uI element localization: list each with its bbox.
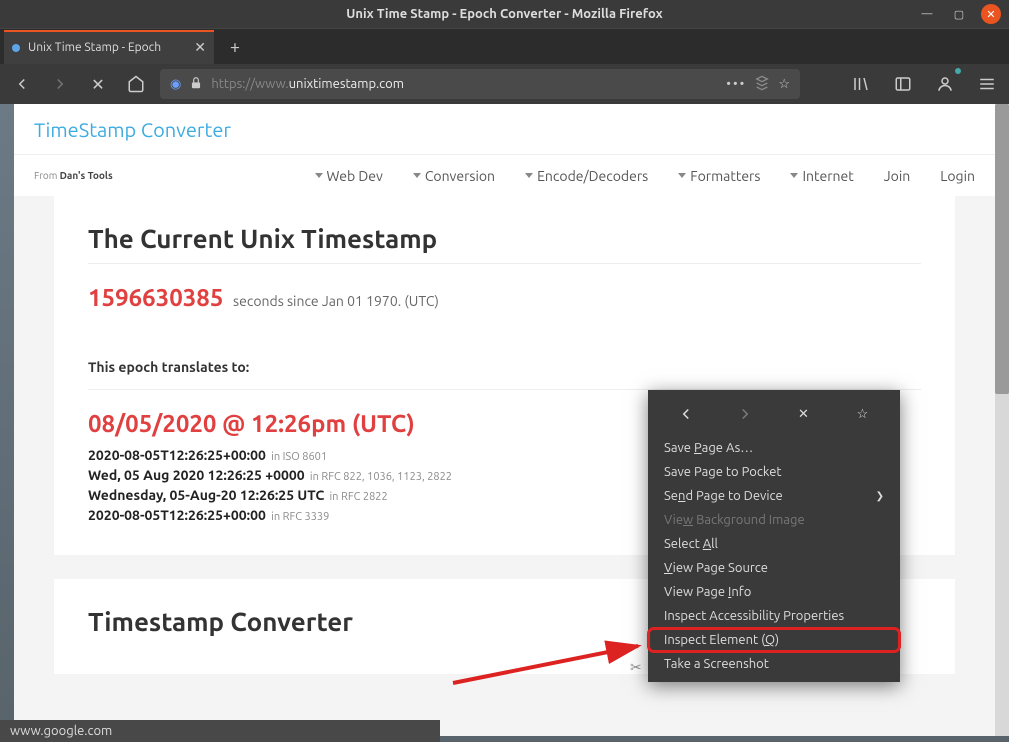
address-bar[interactable]: ◉ https://www.unixtimestamp.com ••• ☆ bbox=[160, 69, 800, 99]
from-label: From Dan's Tools bbox=[34, 170, 113, 181]
nav-toolbar: ✕ ◉ https://www.unixtimestamp.com ••• ☆ bbox=[0, 64, 1009, 104]
tab-strip: Unix Time Stamp - Epoch ✕ + bbox=[0, 28, 1009, 64]
context-menu: ✕ ☆ Save Page As… Save Page to Pocket Se… bbox=[648, 390, 900, 682]
nav-formatters[interactable]: Formatters bbox=[678, 168, 760, 184]
tab-close-icon[interactable]: ✕ bbox=[194, 39, 206, 56]
translates-label: This epoch translates to: bbox=[88, 359, 921, 375]
menu-icon[interactable] bbox=[973, 70, 1001, 98]
site-logo[interactable]: TimeStamp Converter bbox=[34, 118, 231, 141]
nav-internet[interactable]: Internet bbox=[790, 168, 853, 184]
page-actions-icon[interactable]: ••• bbox=[726, 77, 746, 91]
minimize-button[interactable]: — bbox=[917, 4, 937, 24]
caret-icon bbox=[413, 173, 421, 178]
ctx-bookmark-icon[interactable]: ☆ bbox=[851, 402, 875, 426]
account-icon[interactable] bbox=[931, 70, 959, 98]
caret-icon bbox=[315, 173, 323, 178]
caret-icon bbox=[790, 173, 798, 178]
nav-webdev[interactable]: Web Dev bbox=[315, 168, 383, 184]
forward-button[interactable] bbox=[46, 70, 74, 98]
sidebar-icon[interactable] bbox=[889, 70, 917, 98]
ctx-view-source[interactable]: View Page Source bbox=[648, 556, 900, 580]
home-button[interactable] bbox=[122, 70, 150, 98]
nav-join[interactable]: Join bbox=[884, 168, 910, 184]
window-titlebar: Unix Time Stamp - Epoch Converter - Mozi… bbox=[0, 0, 1009, 28]
ctx-back-icon[interactable] bbox=[674, 402, 698, 426]
ctx-send-device[interactable]: Send Page to Device❯ bbox=[648, 484, 900, 508]
window-title: Unix Time Stamp - Epoch Converter - Mozi… bbox=[346, 7, 662, 21]
new-tab-button[interactable]: + bbox=[220, 32, 250, 62]
chevron-right-icon: ❯ bbox=[876, 490, 884, 502]
ctx-page-info[interactable]: View Page Info bbox=[648, 580, 900, 604]
reader-mode-icon[interactable] bbox=[754, 75, 770, 94]
site-header: TimeStamp Converter bbox=[14, 104, 995, 154]
ctx-save-page-as[interactable]: Save Page As… bbox=[648, 436, 900, 460]
url-text: https://www.unixtimestamp.com bbox=[211, 77, 404, 91]
bookmark-star-icon[interactable]: ☆ bbox=[778, 77, 790, 92]
nav-conversion[interactable]: Conversion bbox=[413, 168, 495, 184]
back-button[interactable] bbox=[8, 70, 36, 98]
nav-login[interactable]: Login bbox=[940, 168, 975, 184]
ctx-screenshot[interactable]: Take a Screenshot bbox=[648, 652, 900, 676]
maximize-button[interactable]: ▢ bbox=[949, 4, 969, 24]
library-icon[interactable] bbox=[847, 70, 875, 98]
heading-current-timestamp: The Current Unix Timestamp bbox=[88, 224, 921, 253]
scissors-icon: ✂ bbox=[630, 659, 642, 676]
close-button[interactable]: ✕ bbox=[981, 4, 1001, 24]
ctx-inspect-element[interactable]: Inspect Element (Q) bbox=[648, 628, 900, 652]
ctx-view-bg: View Background Image bbox=[648, 508, 900, 532]
tab-favicon bbox=[12, 44, 20, 52]
shield-icon[interactable]: ◉ bbox=[170, 77, 181, 92]
vertical-scrollbar[interactable] bbox=[995, 104, 1009, 736]
browser-tab[interactable]: Unix Time Stamp - Epoch ✕ bbox=[4, 30, 214, 64]
ctx-select-all[interactable]: Select All bbox=[648, 532, 900, 556]
timestamp-desc: seconds since Jan 01 1970. (UTC) bbox=[233, 293, 439, 309]
status-bar: www.google.com bbox=[0, 720, 440, 742]
scrollbar-thumb[interactable] bbox=[995, 104, 1009, 394]
site-nav: From Dan's Tools Web Dev Conversion Enco… bbox=[14, 154, 995, 196]
stop-button[interactable]: ✕ bbox=[84, 70, 112, 98]
ctx-stop-icon[interactable]: ✕ bbox=[792, 402, 816, 426]
ctx-save-pocket[interactable]: Save Page to Pocket bbox=[648, 460, 900, 484]
caret-icon bbox=[678, 173, 686, 178]
nav-encode[interactable]: Encode/Decoders bbox=[525, 168, 648, 184]
caret-icon bbox=[525, 173, 533, 178]
divider bbox=[88, 263, 921, 264]
ctx-accessibility[interactable]: Inspect Accessibility Properties bbox=[648, 604, 900, 628]
timestamp-value: 1596630385 bbox=[88, 284, 223, 311]
tab-title: Unix Time Stamp - Epoch bbox=[28, 41, 186, 54]
ctx-forward-icon[interactable] bbox=[733, 402, 757, 426]
lock-icon[interactable] bbox=[189, 76, 203, 93]
